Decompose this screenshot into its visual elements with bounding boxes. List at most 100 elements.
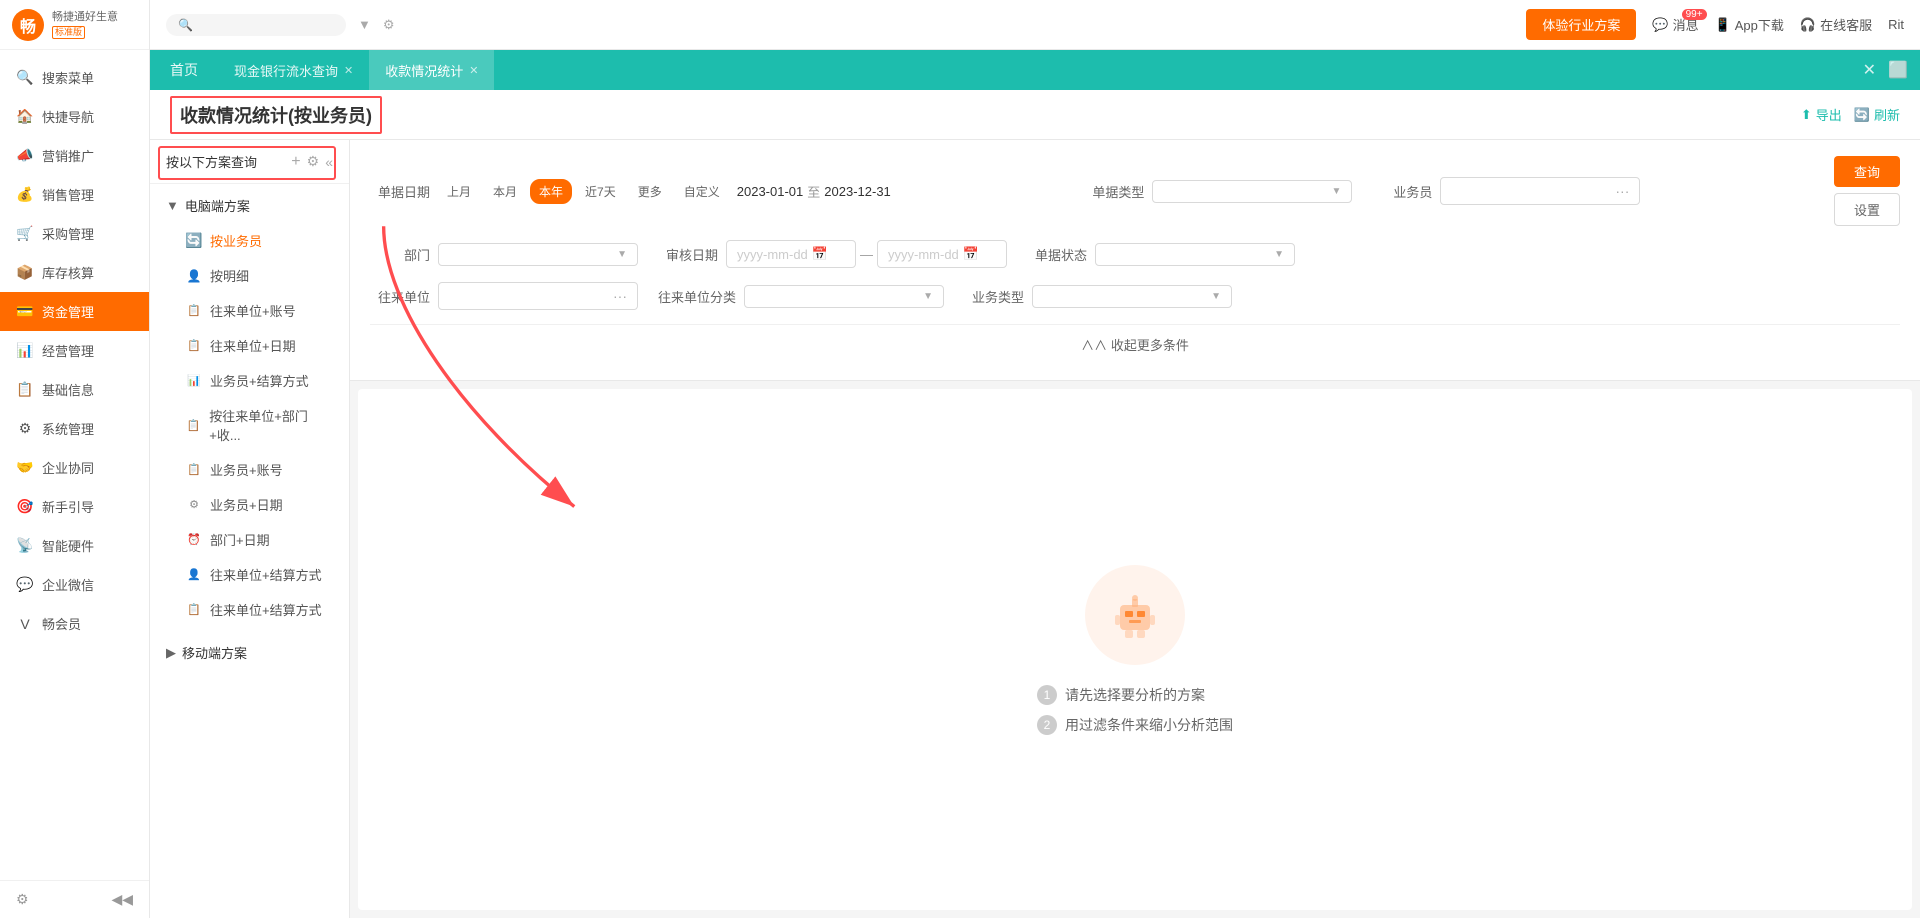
calendar-icon-start: 📅	[812, 246, 828, 262]
trial-button[interactable]: 体验行业方案	[1526, 9, 1636, 40]
partner-form-item: 往来单位 ···	[370, 282, 638, 310]
scheme-settings-icon[interactable]: ⚙	[307, 153, 320, 170]
sidebar-item-system[interactable]: ⚙ 系统管理	[0, 409, 149, 448]
doc-status-select[interactable]: ▼	[1095, 243, 1295, 266]
partner-category-form-item: 往来单位分类 ▼	[658, 285, 944, 308]
scheme-item-by-salesperson[interactable]: 🔄 按业务员	[150, 223, 349, 258]
close-window-icon[interactable]: ✕	[1863, 60, 1876, 80]
doc-status-dropdown-icon: ▼	[1274, 249, 1284, 260]
online-service-item[interactable]: 🎧 在线客服	[1800, 15, 1872, 34]
tab-home[interactable]: 首页	[150, 50, 218, 90]
date-tag-more[interactable]: 更多	[629, 179, 671, 204]
scheme-section-mobile-header[interactable]: ▶ 移动端方案	[150, 635, 349, 670]
salesperson-more-icon: ···	[1615, 183, 1629, 199]
empty-icon	[1085, 565, 1185, 665]
calendar-icon-end: 📅	[963, 246, 979, 262]
tab-close-collection-stat[interactable]: ✕	[469, 64, 478, 77]
scheme-item-icon-salesperson: 🔄	[186, 233, 202, 249]
dept-dropdown-icon: ▼	[617, 249, 627, 260]
sidebar-item-member[interactable]: V 畅会员	[0, 604, 149, 643]
marketing-icon: 📣	[16, 147, 34, 165]
partner-category-select[interactable]: ▼	[744, 285, 944, 308]
tab-bank-flow[interactable]: 现金银行流水查询 ✕	[218, 50, 369, 90]
collapse-sidebar-icon[interactable]: ◀◀	[111, 891, 133, 908]
settings-footer-icon[interactable]: ⚙	[16, 891, 29, 908]
top-search-bar[interactable]: 🔍	[166, 14, 346, 36]
date-tag-7days[interactable]: 近7天	[576, 179, 625, 204]
sidebar-item-inventory[interactable]: 📦 库存核算	[0, 253, 149, 292]
settings-button[interactable]: 设置	[1834, 193, 1900, 226]
date-end-value: 2023-12-31	[824, 184, 891, 199]
sidebar-item-marketing[interactable]: 📣 营销推广	[0, 136, 149, 175]
date-tag-this-month[interactable]: 本月	[484, 179, 526, 204]
sidebar-item-hardware[interactable]: 📡 智能硬件	[0, 526, 149, 565]
date-tag-this-year[interactable]: 本年	[530, 179, 572, 204]
app-icon: 📱	[1715, 17, 1731, 33]
doc-type-dropdown-icon: ▼	[1331, 186, 1341, 197]
doc-type-select[interactable]: ▼	[1152, 180, 1352, 203]
page-header: 收款情况统计(按业务员) ⬆ 导出 🔄 刷新	[150, 90, 1920, 140]
sidebar-item-search[interactable]: 🔍 搜索菜单	[0, 58, 149, 97]
partner-select[interactable]: ···	[438, 282, 638, 310]
export-button[interactable]: ⬆ 导出	[1801, 105, 1842, 124]
top-bar-left: 🔍 ▼ ⚙	[166, 14, 395, 36]
dept-form-item: 部门 ▼	[370, 243, 638, 266]
audit-date-end-input[interactable]: yyyy-mm-dd 📅	[877, 240, 1007, 268]
scheme-item-partner-date[interactable]: 📋 往来单位+日期	[150, 328, 349, 363]
audit-date-start-input[interactable]: yyyy-mm-dd 📅	[726, 240, 856, 268]
messages-item[interactable]: 💬 消息 99+	[1652, 15, 1698, 34]
content-area: 按以下方案查询 + ⚙ « ▼ 电脑端方案 🔄	[150, 140, 1920, 918]
user-avatar[interactable]: Rit	[1888, 17, 1904, 32]
doc-type-label: 单据类型	[1084, 182, 1144, 201]
scheme-item-icon-sp-date: ⚙	[186, 497, 202, 513]
date-tag-custom[interactable]: 自定义	[675, 179, 729, 204]
sidebar-item-purchase[interactable]: 🛒 采购管理	[0, 214, 149, 253]
doc-status-label: 单据状态	[1027, 245, 1087, 264]
sidebar-item-basicinfo[interactable]: 📋 基础信息	[0, 370, 149, 409]
member-icon: V	[16, 615, 34, 633]
scheme-add-icon[interactable]: +	[291, 153, 300, 171]
scheme-item-dept-date[interactable]: ⏰ 部门+日期	[150, 522, 349, 557]
scheme-collapse-icon[interactable]: «	[325, 154, 333, 170]
scheme-item-icon-detail: 👤	[186, 268, 202, 284]
sidebar-item-enterprise[interactable]: 🤝 企业协同	[0, 448, 149, 487]
settings-topbar-icon[interactable]: ⚙	[383, 17, 395, 33]
date-label: 单据日期	[370, 182, 430, 201]
sidebar-item-wechat[interactable]: 💬 企业微信	[0, 565, 149, 604]
logo-icon: 畅	[12, 9, 44, 41]
date-tag-last-month[interactable]: 上月	[438, 179, 480, 204]
scheme-item-partner-dept-collect[interactable]: 📋 按往来单位+部门+收...	[150, 398, 349, 452]
tab-collection-stat[interactable]: 收款情况统计 ✕	[369, 50, 494, 90]
scheme-section-desktop-header[interactable]: ▼ 电脑端方案	[150, 188, 349, 223]
dropdown-arrow-icon[interactable]: ▼	[358, 17, 371, 32]
tab-close-bank-flow[interactable]: ✕	[344, 64, 353, 77]
biz-type-select[interactable]: ▼	[1032, 285, 1232, 308]
search-icon: 🔍	[16, 69, 34, 87]
maximize-icon[interactable]: ⬜	[1888, 60, 1908, 80]
scheme-item-partner-settlement2[interactable]: 📋 往来单位+结算方式	[150, 592, 349, 627]
sidebar-item-quicknav[interactable]: 🏠 快捷导航	[0, 97, 149, 136]
dept-select[interactable]: ▼	[438, 243, 638, 266]
sidebar-item-sales[interactable]: 💰 销售管理	[0, 175, 149, 214]
scheme-item-salesperson-settlement[interactable]: 📊 业务员+结算方式	[150, 363, 349, 398]
scheme-item-salesperson-account[interactable]: 📋 业务员+账号	[150, 452, 349, 487]
tab-bar-right: ✕ ⬜	[1863, 60, 1920, 80]
scheme-item-salesperson-date[interactable]: ⚙ 业务员+日期	[150, 487, 349, 522]
salesperson-select[interactable]: ···	[1440, 177, 1640, 205]
query-button[interactable]: 查询	[1834, 156, 1900, 187]
app-download-item[interactable]: 📱 App下载	[1715, 15, 1784, 34]
sidebar-item-operations[interactable]: 📊 经营管理	[0, 331, 149, 370]
scheme-item-partner-account[interactable]: 📋 往来单位+账号	[150, 293, 349, 328]
collapse-more-conditions[interactable]: ∧∧ 收起更多条件	[370, 324, 1900, 364]
sidebar-item-guide[interactable]: 🎯 新手引导	[0, 487, 149, 526]
sidebar-item-finance[interactable]: 💳 资金管理	[0, 292, 149, 331]
date-range: 2023-01-01 至 2023-12-31	[737, 182, 891, 201]
guide-icon: 🎯	[16, 498, 34, 516]
scheme-item-partner-settlement1[interactable]: 👤 往来单位+结算方式	[150, 557, 349, 592]
scheme-item-by-detail[interactable]: 👤 按明细	[150, 258, 349, 293]
expand-icon: ▼	[166, 198, 179, 213]
export-icon: ⬆	[1801, 107, 1812, 123]
system-icon: ⚙	[16, 420, 34, 438]
refresh-button[interactable]: 🔄 刷新	[1854, 105, 1900, 124]
partner-cat-dropdown-icon: ▼	[923, 291, 933, 302]
